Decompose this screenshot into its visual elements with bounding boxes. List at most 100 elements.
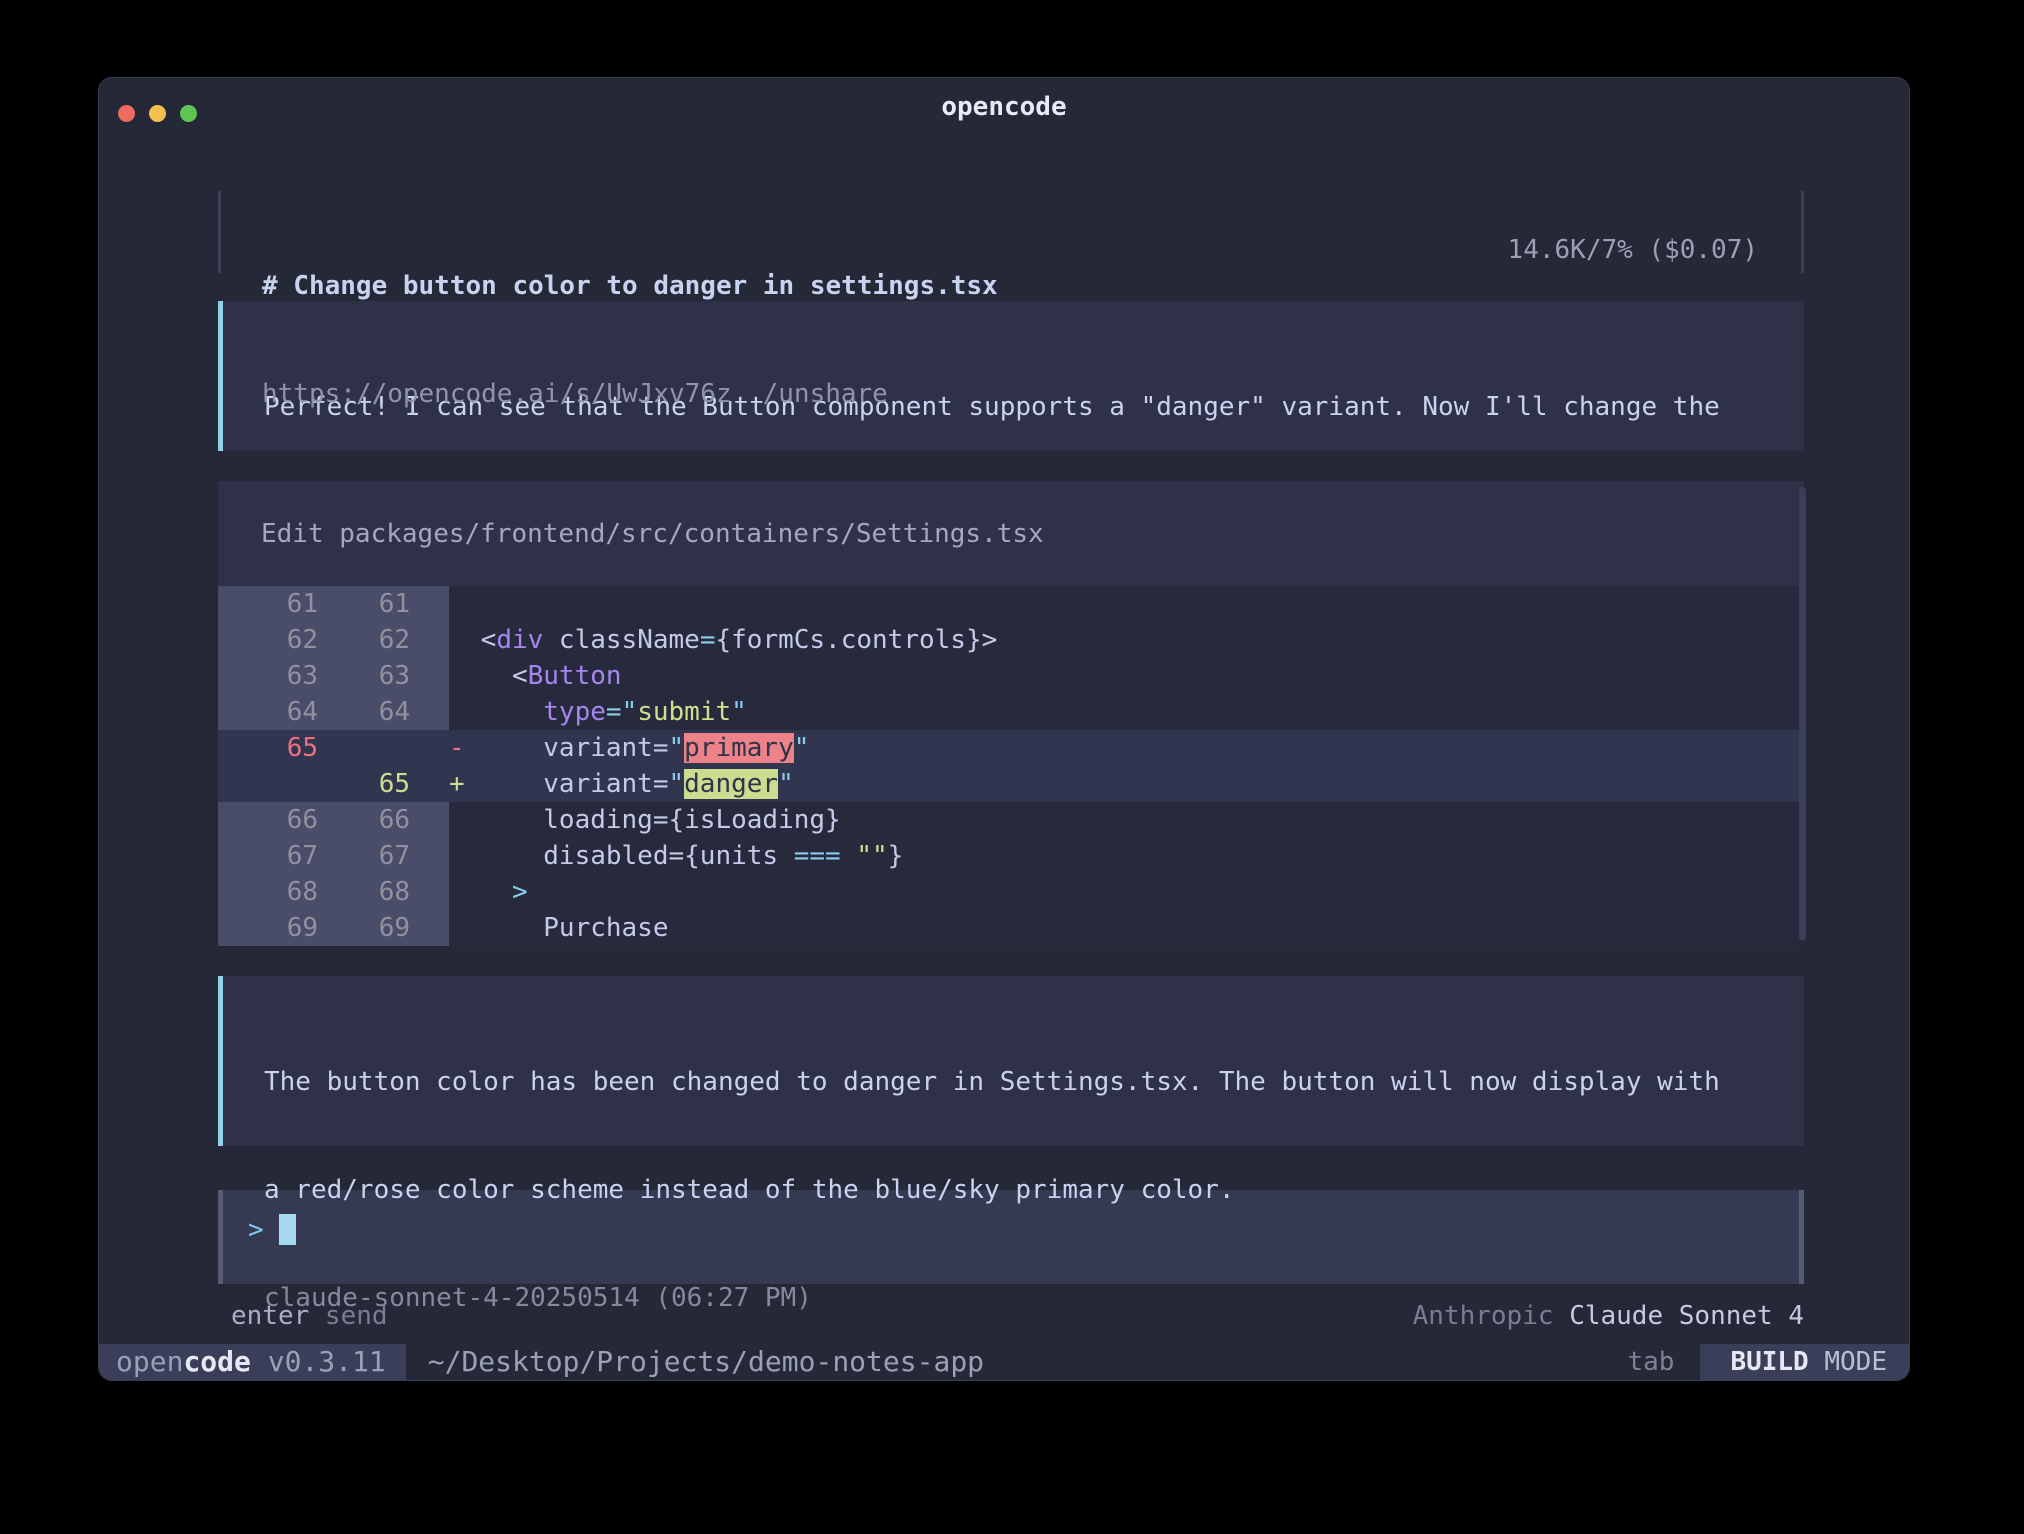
code-token: " — [778, 769, 794, 799]
diff-marker — [449, 658, 465, 694]
edit-action-label: Edit — [261, 519, 339, 549]
code-token: " — [731, 697, 747, 727]
message-line: The button color has been changed to dan… — [264, 1064, 1804, 1100]
diff-row: 6868 > — [218, 874, 1804, 910]
diff-row: 6666 loading={isLoading} — [218, 802, 1804, 838]
gutter-padding — [410, 838, 449, 874]
diff-marker: + — [449, 766, 465, 802]
unshare-command[interactable]: /unshare — [763, 379, 888, 409]
old-line-number: 65 — [218, 730, 318, 766]
tab-key-hint: tab — [1627, 1344, 1700, 1380]
app-version-badge: opencode v0.3.11 — [99, 1344, 406, 1380]
diff-row: 6161 — [218, 586, 1804, 622]
diff-row: 6767 disabled={units === ""} — [218, 838, 1804, 874]
old-line-number: 64 — [218, 694, 318, 730]
old-line-number: 66 — [218, 802, 318, 838]
new-line-number — [318, 730, 410, 766]
code-token: loading={isLoading} — [465, 805, 841, 835]
app-name-prefix: open — [116, 1345, 183, 1378]
gutter-padding — [410, 586, 449, 622]
opencode-window: opencode # Change button color to danger… — [98, 77, 1910, 1381]
code-token: < — [465, 625, 496, 655]
new-line-number: 68 — [318, 874, 410, 910]
code-line — [465, 586, 1804, 622]
code-token: " — [669, 769, 685, 799]
diff-scrollbar[interactable] — [1799, 487, 1806, 940]
gutter-padding — [410, 766, 449, 802]
working-directory: ~/Desktop/Projects/demo-notes-app — [406, 1344, 984, 1380]
main-content: # Change button color to danger in setti… — [99, 134, 1909, 1334]
gutter-padding — [410, 802, 449, 838]
code-token: {formCs.controls}> — [715, 625, 997, 655]
code-token: } — [888, 841, 904, 871]
share-url-link[interactable]: https://opencode.ai/s/UwJxv76z — [262, 379, 732, 409]
diff-row: 6464 type="submit" — [218, 694, 1804, 730]
title-bar[interactable]: opencode — [99, 78, 1909, 134]
edit-file-path: packages/frontend/src/containers/Setting… — [339, 519, 1043, 549]
new-line-number: 69 — [318, 910, 410, 946]
code-token: primary — [684, 733, 794, 763]
enter-key-hint: enter — [231, 1301, 309, 1331]
new-line-number: 62 — [318, 622, 410, 658]
old-line-number: 63 — [218, 658, 318, 694]
code-token: submit — [637, 697, 731, 727]
code-line: <Button — [465, 658, 1804, 694]
gutter-padding — [410, 730, 449, 766]
gutter-padding — [410, 874, 449, 910]
code-token: === — [794, 841, 841, 871]
code-token: disabled={units — [465, 841, 794, 871]
gutter-padding — [410, 694, 449, 730]
session-share-line: https://opencode.ai/s/UwJxv76z/unshare — [262, 376, 1801, 412]
code-line: disabled={units === ""} — [465, 838, 1804, 874]
edit-tool-block: Edit packages/frontend/src/containers/Se… — [218, 481, 1804, 946]
gutter-padding — [410, 622, 449, 658]
code-token: className — [543, 625, 700, 655]
new-line-number: 65 — [318, 766, 410, 802]
code-token: = — [606, 697, 622, 727]
code-token: "" — [856, 841, 887, 871]
assistant-message: The button color has been changed to dan… — [218, 976, 1804, 1146]
code-line: <div className={formCs.controls}> — [465, 622, 1804, 658]
code-token: div — [496, 625, 543, 655]
code-token: variant= — [465, 769, 669, 799]
status-spacer — [984, 1344, 1627, 1380]
send-action-hint: send — [309, 1301, 387, 1331]
status-bar: opencode v0.3.11 ~/Desktop/Projects/demo… — [99, 1344, 1909, 1380]
diff-marker — [449, 694, 465, 730]
old-line-number: 67 — [218, 838, 318, 874]
new-line-number: 64 — [318, 694, 410, 730]
prompt-symbol: > — [248, 1214, 264, 1246]
old-line-number: 62 — [218, 622, 318, 658]
code-token: Button — [528, 661, 622, 691]
app-name-suffix: code — [183, 1345, 250, 1378]
text-cursor — [279, 1214, 296, 1245]
provider-name: Anthropic — [1413, 1301, 1570, 1331]
gutter-padding — [410, 910, 449, 946]
code-line: Purchase — [465, 910, 1804, 946]
gutter-padding — [410, 658, 449, 694]
session-title: # Change button color to danger in setti… — [262, 268, 1801, 304]
mode-name: BUILD — [1730, 1347, 1808, 1377]
diff-row: 65+ variant="danger" — [218, 766, 1804, 802]
code-token: Purchase — [465, 913, 669, 943]
old-line-number — [218, 766, 318, 802]
model-indicator: Anthropic Claude Sonnet 4 — [1413, 1298, 1804, 1334]
old-line-number: 69 — [218, 910, 318, 946]
window-title: opencode — [99, 92, 1909, 122]
app-version: v0.3.11 — [251, 1345, 386, 1378]
diff-marker — [449, 622, 465, 658]
new-line-number: 63 — [318, 658, 410, 694]
code-line: loading={isLoading} — [465, 802, 1804, 838]
diff-marker — [449, 802, 465, 838]
code-token: > — [465, 877, 528, 907]
diff-marker — [449, 910, 465, 946]
code-token: " — [669, 733, 685, 763]
code-token: variant= — [465, 733, 669, 763]
old-line-number: 68 — [218, 874, 318, 910]
session-header: # Change button color to danger in setti… — [218, 191, 1804, 273]
code-line: > — [465, 874, 1804, 910]
mode-badge[interactable]: BUILD MODE — [1700, 1344, 1909, 1380]
edit-tool-header: Edit packages/frontend/src/containers/Se… — [218, 481, 1804, 586]
model-name: Claude Sonnet 4 — [1569, 1301, 1804, 1331]
token-usage-stats: 14.6K/7% ($0.07) — [1508, 232, 1758, 268]
